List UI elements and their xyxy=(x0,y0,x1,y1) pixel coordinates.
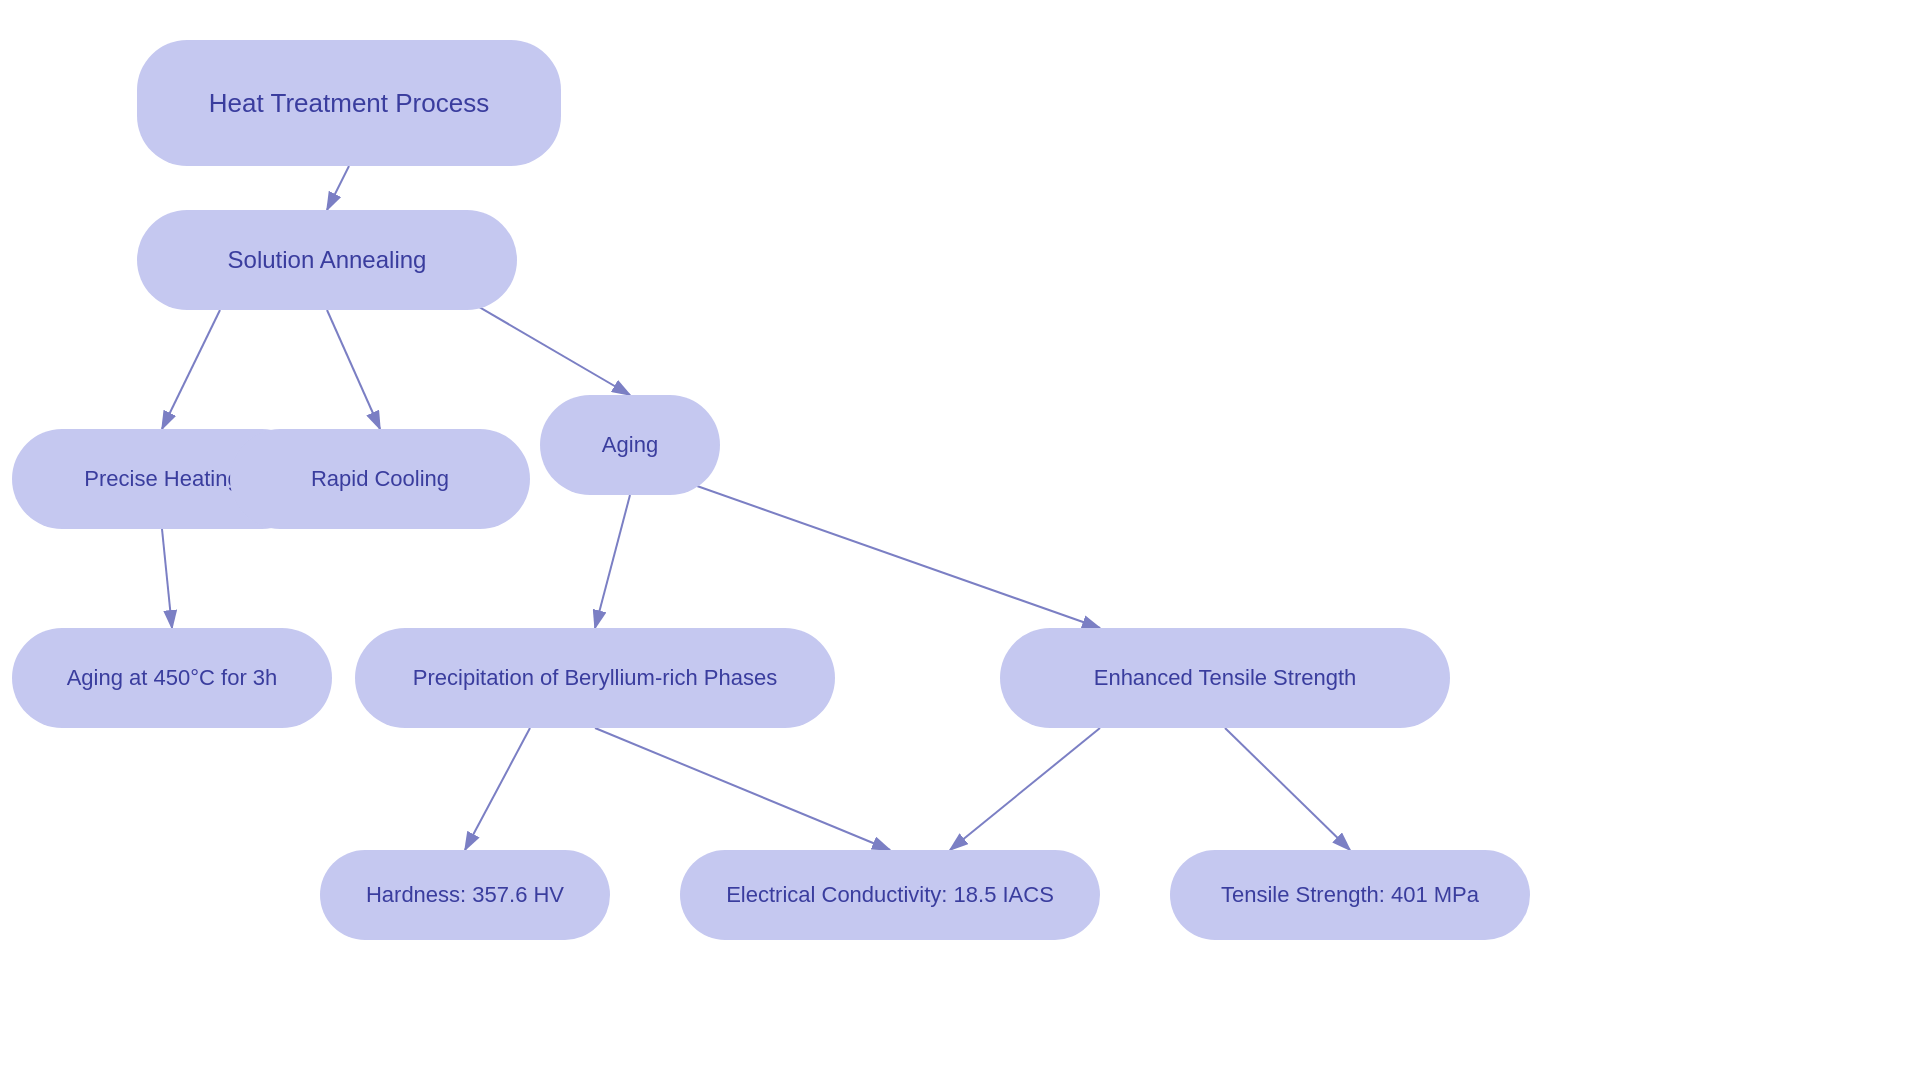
svg-line-10 xyxy=(950,728,1100,850)
node-hardness-label: Hardness: 357.6 HV xyxy=(366,882,564,908)
node-tensile-val-label: Tensile Strength: 401 MPa xyxy=(1221,882,1479,908)
node-root-label: Heat Treatment Process xyxy=(209,88,489,119)
svg-line-2 xyxy=(162,310,220,429)
svg-line-6 xyxy=(595,495,630,628)
node-solution-label: Solution Annealing xyxy=(228,246,427,274)
diagram-container: Heat Treatment Process Solution Annealin… xyxy=(0,0,1920,1083)
node-solution-annealing: Solution Annealing xyxy=(137,210,517,310)
node-rapid-cooling: Rapid Cooling xyxy=(230,429,530,529)
node-enhanced-tensile: Enhanced Tensile Strength xyxy=(1000,628,1450,728)
svg-line-9 xyxy=(595,728,890,850)
node-aging-label: Aging xyxy=(602,432,658,458)
node-rapid-label: Rapid Cooling xyxy=(311,466,449,492)
node-tensile-strength-value: Tensile Strength: 401 MPa xyxy=(1170,850,1530,940)
node-aging-detail: Aging at 450°C for 3h xyxy=(12,628,332,728)
node-precipitation-label: Precipitation of Beryllium-rich Phases xyxy=(413,665,777,691)
node-heat-treatment: Heat Treatment Process xyxy=(137,40,561,166)
svg-line-5 xyxy=(162,529,172,628)
node-aging-detail-label: Aging at 450°C for 3h xyxy=(67,665,278,691)
svg-line-3 xyxy=(327,310,380,429)
node-precipitation: Precipitation of Beryllium-rich Phases xyxy=(355,628,835,728)
node-aging: Aging xyxy=(540,395,720,495)
svg-line-8 xyxy=(465,728,530,850)
node-hardness: Hardness: 357.6 HV xyxy=(320,850,610,940)
node-precise-label: Precise Heating xyxy=(84,466,239,492)
node-electrical-conductivity: Electrical Conductivity: 18.5 IACS xyxy=(680,850,1100,940)
svg-line-11 xyxy=(1225,728,1350,850)
node-conductivity-label: Electrical Conductivity: 18.5 IACS xyxy=(726,882,1054,908)
node-tensile-label: Enhanced Tensile Strength xyxy=(1094,665,1357,691)
svg-line-7 xyxy=(680,480,1100,628)
svg-line-1 xyxy=(327,166,349,210)
